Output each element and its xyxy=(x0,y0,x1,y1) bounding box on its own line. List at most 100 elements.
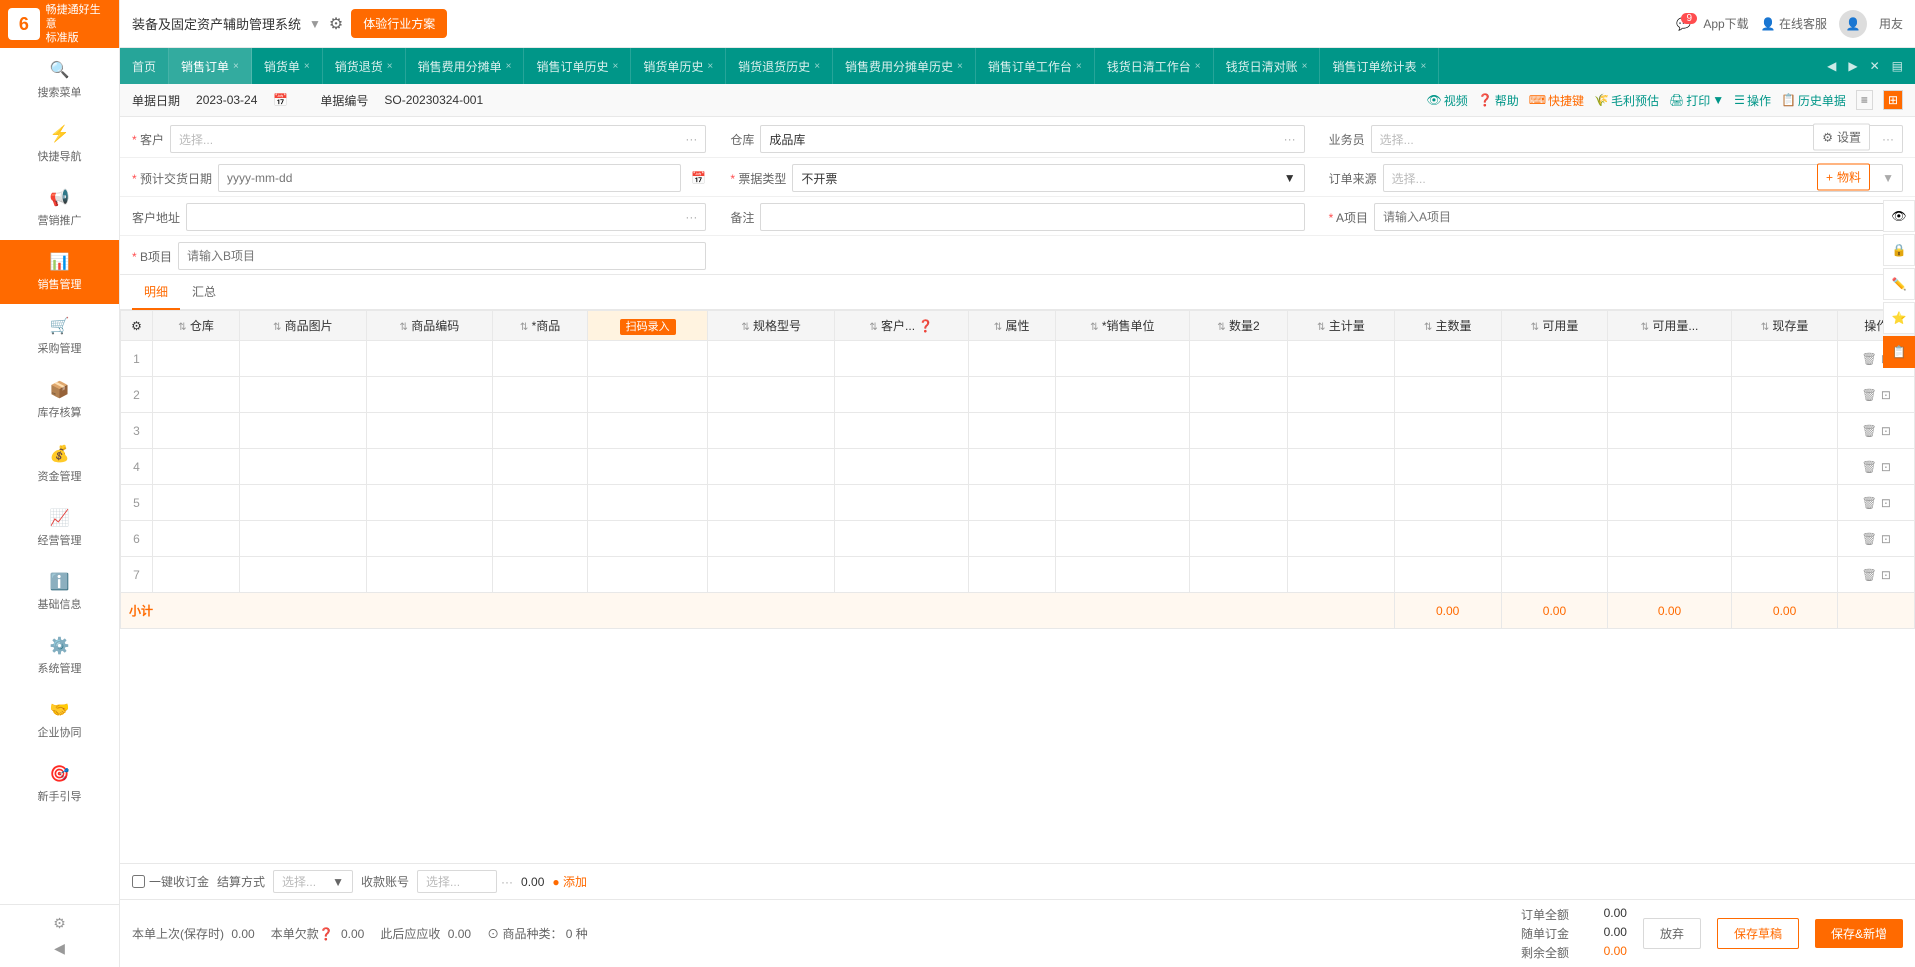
warehouse-input[interactable]: 成品库 ··· xyxy=(760,125,1304,153)
tab-sales-order-close[interactable]: × xyxy=(233,61,239,72)
tab-sales-return[interactable]: 销货退货 × xyxy=(323,48,406,84)
right-panel-icon-1[interactable]: 👁 xyxy=(1883,200,1915,232)
tab-invoice-history-close[interactable]: × xyxy=(707,61,713,72)
sidebar-item-system[interactable]: ⚙️ 系统管理 xyxy=(0,624,119,688)
operations-link[interactable]: ☰ 操作 xyxy=(1734,92,1771,109)
tab-daily-workspace-close[interactable]: × xyxy=(1195,61,1201,72)
col-customer-code-header[interactable]: ⇅ 客户... ❓ xyxy=(834,311,968,341)
online-service-link[interactable]: 👤 在线客服 xyxy=(1761,15,1827,32)
settings-button[interactable]: ⚙ 设置 xyxy=(1813,124,1870,151)
row-product-1[interactable] xyxy=(493,341,588,377)
right-panel-icon-3[interactable]: ✏️ xyxy=(1883,268,1915,300)
salesperson-dots-icon[interactable]: ··· xyxy=(1882,132,1894,146)
row-qty2-1[interactable] xyxy=(1189,341,1287,377)
tab-sales-expense[interactable]: 销售费用分摊单 × xyxy=(406,48,525,84)
right-panel-icon-4[interactable]: ⭐ xyxy=(1883,302,1915,334)
tab-order-workspace-close[interactable]: × xyxy=(1076,61,1082,72)
tab-sales-order[interactable]: 销售订单 × xyxy=(169,48,252,84)
row-product-code-1[interactable] xyxy=(366,341,493,377)
col-quantity2-header[interactable]: ⇅ 数量2 xyxy=(1189,311,1287,341)
tab-sales-order-history[interactable]: 销售订单历史 × xyxy=(524,48,631,84)
col-sales-unit-header[interactable]: ⇅ *销售单位 xyxy=(1055,311,1189,341)
b-project-input[interactable] xyxy=(178,242,706,270)
tab-daily-workspace[interactable]: 钱货日清工作台 × xyxy=(1095,48,1214,84)
tab-detail[interactable]: 明细 xyxy=(132,275,180,310)
add-material-button[interactable]: + 物料 xyxy=(1817,164,1870,191)
customer-dots-icon[interactable]: ··· xyxy=(685,132,697,146)
profit-link[interactable]: 🌾 毛利预估 xyxy=(1594,92,1659,109)
sidebar-item-basic-info[interactable]: ℹ️ 基础信息 xyxy=(0,560,119,624)
settlement-select[interactable]: 选择... ▼ xyxy=(273,870,353,893)
sidebar-item-purchase[interactable]: 🛒 采购管理 xyxy=(0,304,119,368)
save-draft-button[interactable]: 保存草稿 xyxy=(1717,918,1799,949)
add-payment-btn[interactable]: ● 添加 xyxy=(552,873,587,890)
tab-return-history[interactable]: 销货退货历史 × xyxy=(726,48,833,84)
settings-bottom-icon[interactable]: ⚙ xyxy=(53,915,66,932)
col-product-code-header[interactable]: ⇅ 商品编码 xyxy=(366,311,493,341)
row-ops-6[interactable]: 🗑⊡ xyxy=(1838,521,1915,557)
sidebar-item-guide[interactable]: 🎯 新手引导 xyxy=(0,752,119,816)
tab-expense-history-close[interactable]: × xyxy=(957,61,963,72)
a-project-input[interactable] xyxy=(1374,203,1903,231)
tab-reconcile-close[interactable]: × xyxy=(1302,61,1308,72)
solution-button[interactable]: 体验行业方案 xyxy=(351,9,447,38)
tab-sales-stats-close[interactable]: × xyxy=(1420,61,1426,72)
grid-view-icon[interactable]: ⊞ xyxy=(1883,90,1903,110)
print-link[interactable]: 🖨 打印 ▼ xyxy=(1669,92,1724,109)
app-download-link[interactable]: App下载 xyxy=(1703,15,1748,32)
col-main-qty-header[interactable]: ⇅ 主数量 xyxy=(1394,311,1501,341)
tab-sales-invoice[interactable]: 销货单 × xyxy=(252,48,323,84)
tab-sales-invoice-close[interactable]: × xyxy=(304,61,310,72)
col-product-header[interactable]: ⇅ *商品 xyxy=(493,311,588,341)
tab-summary[interactable]: 汇总 xyxy=(180,275,228,310)
col-spec-header[interactable]: ⇅ 规格型号 xyxy=(708,311,835,341)
row-available-more-1[interactable] xyxy=(1608,341,1731,377)
tab-expense-history[interactable]: 销售费用分摊单历史 × xyxy=(833,48,976,84)
row-main-unit-1[interactable] xyxy=(1287,341,1394,377)
col-scan-header[interactable]: 扫码录入 xyxy=(587,311,707,341)
sidebar-item-search[interactable]: 🔍 搜索菜单 xyxy=(0,48,119,112)
tab-next-btn[interactable]: ▶ xyxy=(1844,57,1861,75)
row-current-stock-1[interactable] xyxy=(1731,341,1838,377)
shortcuts-link[interactable]: ⌨ 快捷键 xyxy=(1529,92,1584,109)
sidebar-item-inventory[interactable]: 📦 库存核算 xyxy=(0,368,119,432)
row-product-img-1[interactable] xyxy=(240,341,367,377)
sidebar-item-sales[interactable]: 📊 销售管理 xyxy=(0,240,119,304)
row-ops-5[interactable]: 🗑⊡ xyxy=(1838,485,1915,521)
tab-sales-stats[interactable]: 销售订单统计表 × xyxy=(1320,48,1439,84)
row-spec-1[interactable] xyxy=(708,341,835,377)
row-sales-unit-1[interactable] xyxy=(1055,341,1189,377)
row-ops-7[interactable]: 🗑⊡ xyxy=(1838,557,1915,593)
col-available-more-header[interactable]: ⇅ 可用量... xyxy=(1608,311,1731,341)
right-panel-icon-5[interactable]: 📋 xyxy=(1883,336,1915,368)
col-warehouse-header[interactable]: ⇅ 仓库 xyxy=(153,311,240,341)
header-settings-icon[interactable]: ⚙ xyxy=(329,14,343,34)
col-settings-header[interactable]: ⚙ xyxy=(121,311,153,341)
sidebar-item-finance[interactable]: 💰 资金管理 xyxy=(0,432,119,496)
tab-sales-expense-close[interactable]: × xyxy=(506,61,512,72)
warehouse-dots-icon[interactable]: ··· xyxy=(1284,132,1296,146)
tab-menu-btn[interactable]: ▤ xyxy=(1888,57,1907,75)
col-current-stock-header[interactable]: ⇅ 现存量 xyxy=(1731,311,1838,341)
system-dropdown-icon[interactable]: ▼ xyxy=(309,17,321,31)
row-warehouse-1[interactable] xyxy=(153,341,240,377)
row-available-1[interactable] xyxy=(1501,341,1608,377)
row-main-qty-1[interactable] xyxy=(1394,341,1501,377)
calendar-icon[interactable]: 📅 xyxy=(273,93,288,107)
tab-invoice-history[interactable]: 销货单历史 × xyxy=(631,48,726,84)
col-product-img-header[interactable]: ⇅ 商品图片 xyxy=(240,311,367,341)
sidebar-item-marketing[interactable]: 📢 营销推广 xyxy=(0,176,119,240)
tab-home[interactable]: 首页 xyxy=(120,48,169,84)
discard-button[interactable]: 放弃 xyxy=(1643,918,1701,949)
one-click-payment-checkbox[interactable]: 一键收订金 xyxy=(132,873,209,890)
tab-return-history-close[interactable]: × xyxy=(814,61,820,72)
delete-icon-2[interactable]: 🗑 xyxy=(1862,388,1877,402)
row-scan-1[interactable] xyxy=(587,341,707,377)
delivery-date-calendar-icon[interactable]: 📅 xyxy=(691,171,706,185)
account-dots-icon[interactable]: ··· xyxy=(501,875,513,889)
row-ops-2[interactable]: 🗑⊡ xyxy=(1838,377,1915,413)
view-link[interactable]: 👁 视频 xyxy=(1427,92,1468,109)
help-link[interactable]: ❓ 帮助 xyxy=(1478,92,1519,109)
row-customer-code-1[interactable] xyxy=(834,341,968,377)
tab-reconcile[interactable]: 钱货日清对账 × xyxy=(1214,48,1321,84)
